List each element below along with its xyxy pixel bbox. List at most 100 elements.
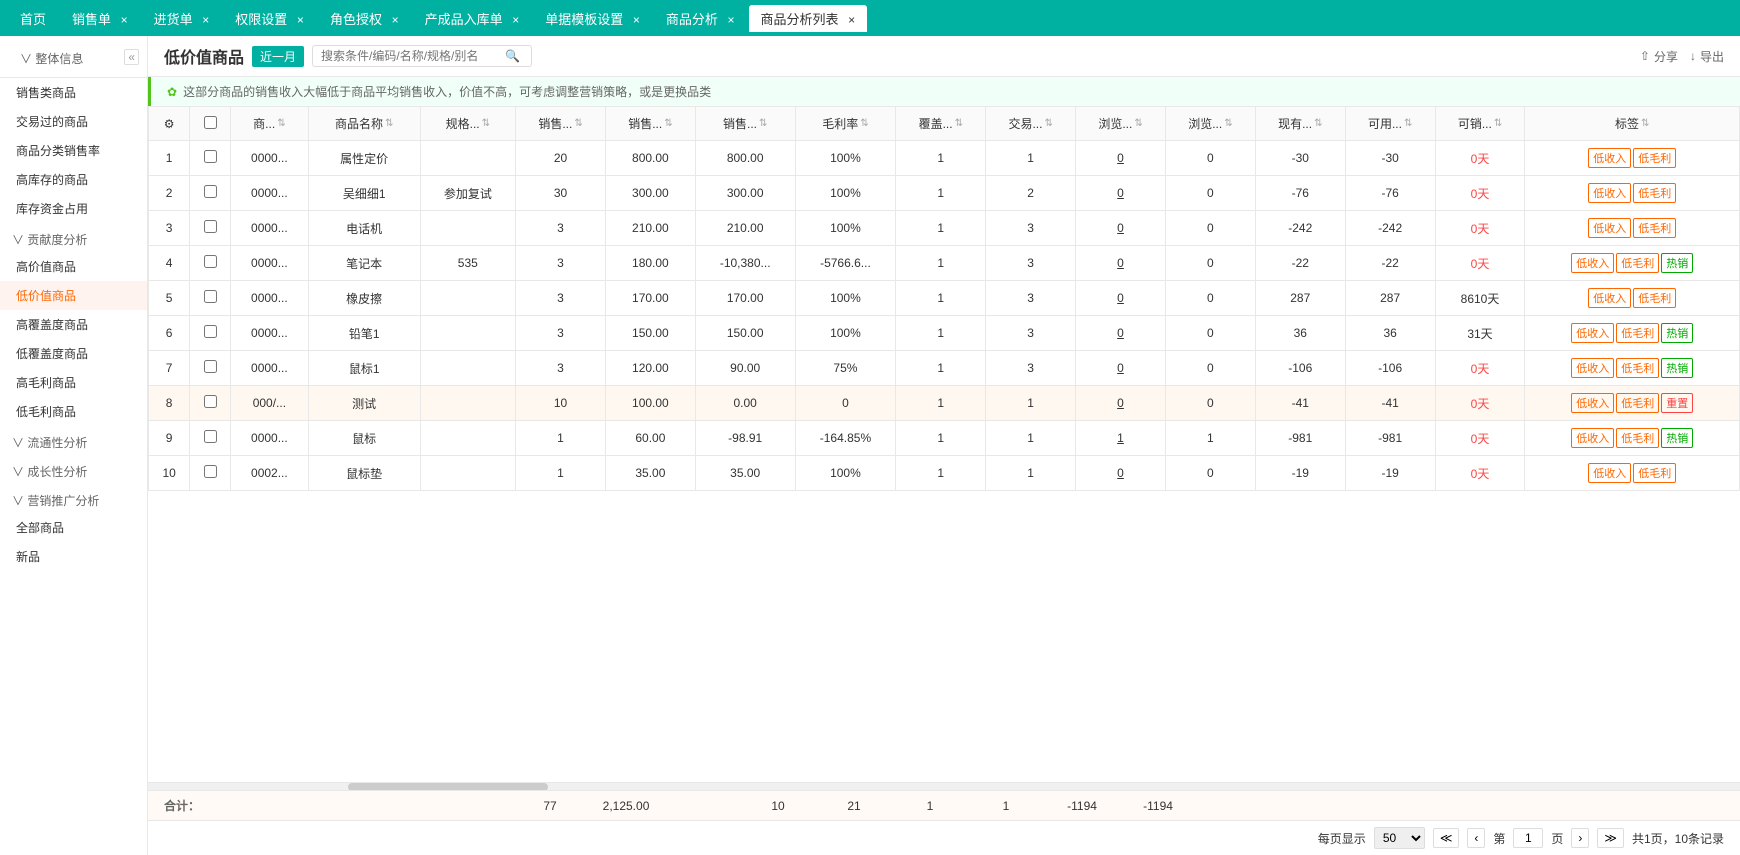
nav-analysis-list[interactable]: 商品分析列表 × bbox=[749, 5, 868, 32]
cell-checkbox[interactable] bbox=[190, 386, 231, 421]
sidebar-item-new-goods[interactable]: 新品 bbox=[0, 542, 147, 571]
nav-template[interactable]: 单据模板设置 × bbox=[533, 5, 652, 32]
row-checkbox[interactable] bbox=[204, 150, 217, 163]
sidebar-item-high-value[interactable]: 高价值商品 bbox=[0, 252, 147, 281]
col-checkbox[interactable] bbox=[190, 107, 231, 141]
sidebar-item-low-value[interactable]: 低价值商品 bbox=[0, 281, 147, 310]
first-page-btn[interactable]: ≪ bbox=[1433, 828, 1460, 848]
col-sales-profit[interactable]: 销售... ⇅ bbox=[695, 107, 795, 141]
settings-icon[interactable]: ⚙ bbox=[164, 117, 175, 131]
col-stock2[interactable]: 可用... ⇅ bbox=[1345, 107, 1435, 141]
row-checkbox[interactable] bbox=[204, 465, 217, 478]
search-icon[interactable]: 🔍 bbox=[505, 49, 520, 63]
cell-checkbox[interactable] bbox=[190, 141, 231, 176]
sidebar-collapse-btn[interactable]: « bbox=[124, 49, 139, 65]
tag: 低收入 bbox=[1571, 323, 1614, 343]
cell-browse1[interactable]: 0 bbox=[1076, 246, 1166, 281]
col-name[interactable]: 商品名称 ⇅ bbox=[308, 107, 420, 141]
cell-checkbox[interactable] bbox=[190, 211, 231, 246]
cell-browse1[interactable]: 0 bbox=[1076, 141, 1166, 176]
select-all-checkbox[interactable] bbox=[204, 116, 217, 129]
per-page-select[interactable]: 50 100 200 bbox=[1374, 827, 1425, 849]
share-button[interactable]: ⇧ 分享 bbox=[1640, 48, 1678, 65]
col-spec[interactable]: 规格... ⇅ bbox=[420, 107, 516, 141]
prev-page-btn[interactable]: ‹ bbox=[1467, 828, 1485, 848]
row-checkbox[interactable] bbox=[204, 325, 217, 338]
sidebar-item-traded[interactable]: 交易过的商品 bbox=[0, 107, 147, 136]
search-box[interactable]: 🔍 bbox=[312, 45, 532, 67]
cell-checkbox[interactable] bbox=[190, 176, 231, 211]
col-browse1[interactable]: 浏览... ⇅ bbox=[1076, 107, 1166, 141]
cell-browse1[interactable]: 0 bbox=[1076, 211, 1166, 246]
sidebar-item-sales-goods[interactable]: 销售类商品 bbox=[0, 78, 147, 107]
sidebar-group-flow[interactable]: ∨ 流通性分析 bbox=[0, 426, 147, 455]
export-button[interactable]: ↓ 导出 bbox=[1690, 48, 1724, 65]
row-checkbox[interactable] bbox=[204, 430, 217, 443]
nav-stock-in[interactable]: 产成品入库单 × bbox=[413, 5, 532, 32]
page-number-input[interactable] bbox=[1513, 828, 1543, 848]
sidebar-item-high-stock[interactable]: 高库存的商品 bbox=[0, 165, 147, 194]
row-checkbox[interactable] bbox=[204, 255, 217, 268]
cell-browse1[interactable]: 0 bbox=[1076, 386, 1166, 421]
col-browse2[interactable]: 浏览... ⇅ bbox=[1165, 107, 1255, 141]
cell-browse1[interactable]: 0 bbox=[1076, 456, 1166, 491]
cell-spec bbox=[420, 386, 516, 421]
col-margin[interactable]: 毛利率 ⇅ bbox=[795, 107, 896, 141]
cell-checkbox[interactable] bbox=[190, 351, 231, 386]
sidebar-group-contribution[interactable]: ∨ 贡献度分析 bbox=[0, 223, 147, 252]
sidebar-item-low-coverage[interactable]: 低覆盖度商品 bbox=[0, 339, 147, 368]
cell-browse1[interactable]: 1 bbox=[1076, 421, 1166, 456]
col-code[interactable]: 商... ⇅ bbox=[230, 107, 308, 141]
sidebar-group-overall[interactable]: ∨ 整体信息 bbox=[8, 42, 95, 71]
cell-stock1: -41 bbox=[1255, 386, 1345, 421]
sidebar-item-category-rate[interactable]: 商品分类销售率 bbox=[0, 136, 147, 165]
table-row: 9 0000... 鼠标 1 60.00 -98.91 -164.85% 1 1… bbox=[149, 421, 1740, 456]
search-input[interactable] bbox=[321, 49, 501, 63]
cell-browse1[interactable]: 0 bbox=[1076, 316, 1166, 351]
cell-checkbox[interactable] bbox=[190, 246, 231, 281]
sidebar-item-high-coverage[interactable]: 高覆盖度商品 bbox=[0, 310, 147, 339]
col-settings[interactable]: ⚙ bbox=[149, 107, 190, 141]
row-checkbox[interactable] bbox=[204, 290, 217, 303]
sidebar-item-low-margin[interactable]: 低毛利商品 bbox=[0, 397, 147, 426]
cell-rate: 100% bbox=[795, 141, 896, 176]
sidebar-item-stock-capital[interactable]: 库存资金占用 bbox=[0, 194, 147, 223]
cell-checkbox[interactable] bbox=[190, 456, 231, 491]
col-tags[interactable]: 标签 ⇅ bbox=[1525, 107, 1740, 141]
cell-browse1[interactable]: 0 bbox=[1076, 176, 1166, 211]
sidebar-item-high-margin[interactable]: 高毛利商品 bbox=[0, 368, 147, 397]
next-page-btn[interactable]: › bbox=[1571, 828, 1589, 848]
col-coverage[interactable]: 覆盖... ⇅ bbox=[896, 107, 986, 141]
horizontal-scrollbar[interactable] bbox=[148, 782, 1740, 790]
cell-stock1: -19 bbox=[1255, 456, 1345, 491]
col-sales-q[interactable]: 销售... ⇅ bbox=[516, 107, 606, 141]
cell-checkbox[interactable] bbox=[190, 316, 231, 351]
row-checkbox[interactable] bbox=[204, 360, 217, 373]
row-checkbox[interactable] bbox=[204, 395, 217, 408]
nav-analysis[interactable]: 商品分析 × bbox=[654, 5, 747, 32]
nav-permissions[interactable]: 权限设置 × bbox=[223, 5, 316, 32]
nav-roles[interactable]: 角色授权 × bbox=[318, 5, 411, 32]
tag: 低收入 bbox=[1571, 393, 1614, 413]
col-stock1[interactable]: 现有... ⇅ bbox=[1255, 107, 1345, 141]
cell-checkbox[interactable] bbox=[190, 281, 231, 316]
sidebar-item-all-goods[interactable]: 全部商品 bbox=[0, 513, 147, 542]
cell-browse1[interactable]: 0 bbox=[1076, 281, 1166, 316]
nav-home[interactable]: 首页 bbox=[8, 5, 58, 32]
last-page-btn[interactable]: ≫ bbox=[1597, 828, 1624, 848]
cell-browse1[interactable]: 0 bbox=[1076, 351, 1166, 386]
tag: 低收入 bbox=[1588, 463, 1631, 483]
row-checkbox[interactable] bbox=[204, 185, 217, 198]
row-checkbox[interactable] bbox=[204, 220, 217, 233]
col-sales-amt[interactable]: 销售... ⇅ bbox=[605, 107, 695, 141]
cell-checkbox[interactable] bbox=[190, 421, 231, 456]
col-days[interactable]: 可销... ⇅ bbox=[1435, 107, 1525, 141]
sidebar-group-marketing[interactable]: ∨ 营销推广分析 bbox=[0, 484, 147, 513]
footer-stock1: -1194 bbox=[1052, 799, 1112, 813]
nav-sales[interactable]: 销售单 × bbox=[60, 5, 140, 32]
sidebar-group-growth[interactable]: ∨ 成长性分析 bbox=[0, 455, 147, 484]
col-trade[interactable]: 交易... ⇅ bbox=[986, 107, 1076, 141]
cell-code: 0000... bbox=[230, 316, 308, 351]
nav-purchase[interactable]: 进货单 × bbox=[142, 5, 222, 32]
filter-tag-month[interactable]: 近一月 bbox=[252, 46, 304, 67]
